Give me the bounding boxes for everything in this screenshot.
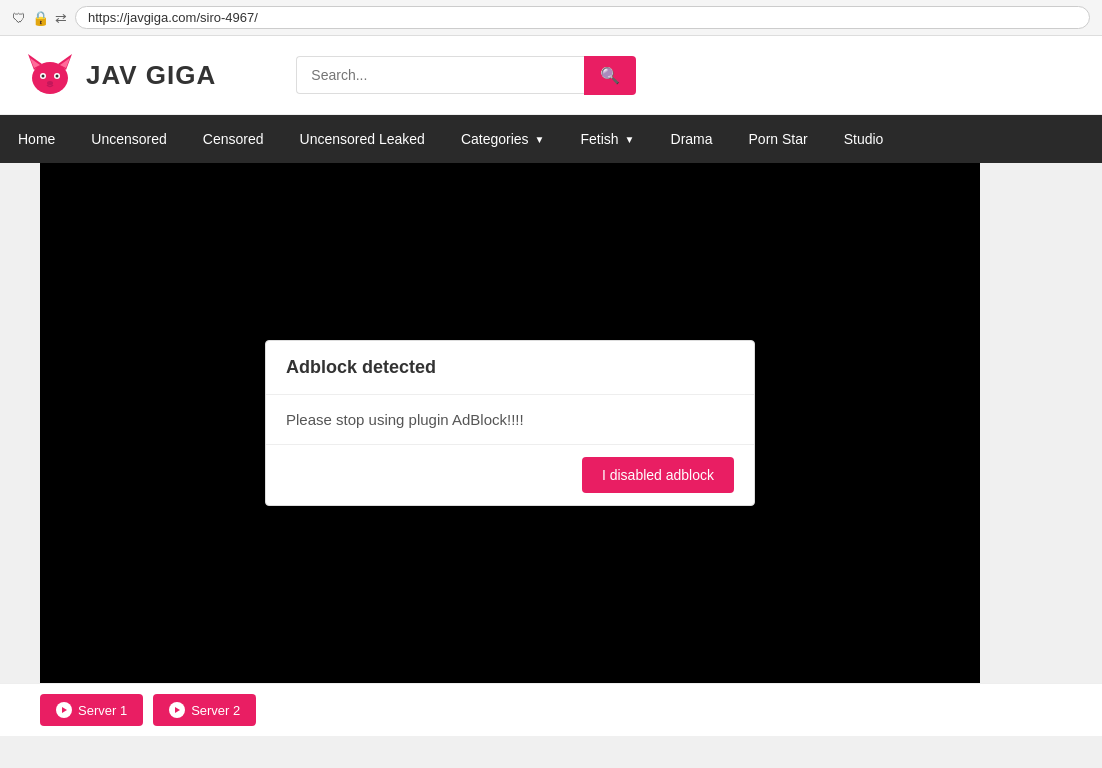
svg-point-9 [47, 81, 53, 85]
nav-label-fetish: Fetish [580, 131, 618, 147]
main-nav: Home Uncensored Censored Uncensored Leak… [0, 115, 1102, 163]
search-button[interactable]: 🔍 [584, 56, 636, 95]
nav-label-drama: Drama [671, 131, 713, 147]
logo-area[interactable]: JAV GIGA [20, 50, 216, 100]
nav-label-censored: Censored [203, 131, 264, 147]
adblock-title: Adblock detected [266, 341, 754, 395]
server-1-button[interactable]: Server 1 [40, 694, 143, 726]
search-input[interactable] [296, 56, 584, 94]
main-content: Adblock detected Please stop using plugi… [0, 163, 1102, 736]
categories-arrow-icon: ▼ [535, 134, 545, 145]
svg-point-8 [56, 75, 59, 78]
server-2-play-icon [169, 702, 185, 718]
nav-item-drama[interactable]: Drama [653, 115, 731, 163]
server-2-label: Server 2 [191, 703, 240, 718]
server-1-label: Server 1 [78, 703, 127, 718]
nav-item-censored[interactable]: Censored [185, 115, 282, 163]
fetish-arrow-icon: ▼ [625, 134, 635, 145]
nav-label-studio: Studio [844, 131, 884, 147]
nav-item-porn-star[interactable]: Porn Star [731, 115, 826, 163]
search-area: 🔍 [296, 56, 636, 95]
video-container: Adblock detected Please stop using plugi… [40, 163, 980, 683]
nav-label-uncensored-leaked: Uncensored Leaked [300, 131, 425, 147]
adblock-modal: Adblock detected Please stop using plugi… [265, 340, 755, 506]
browser-bar: 🛡 🔒 ⇄ https://javgiga.com/siro-4967/ [0, 0, 1102, 36]
shield-icon: 🛡 [12, 10, 26, 26]
nav-item-studio[interactable]: Studio [826, 115, 902, 163]
logo-text: JAV GIGA [86, 60, 216, 91]
site-header: JAV GIGA 🔍 [0, 36, 1102, 115]
nav-label-home: Home [18, 131, 55, 147]
connection-icon: ⇄ [55, 10, 67, 26]
nav-label-uncensored: Uncensored [91, 131, 167, 147]
search-icon: 🔍 [600, 66, 620, 85]
nav-item-home[interactable]: Home [0, 115, 73, 163]
browser-security-icons: 🛡 🔒 ⇄ [12, 10, 67, 26]
nav-item-uncensored[interactable]: Uncensored [73, 115, 185, 163]
server-2-button[interactable]: Server 2 [153, 694, 256, 726]
server-1-play-icon [56, 702, 72, 718]
server-bar: Server 1 Server 2 [0, 683, 1102, 736]
adblock-dismiss-button[interactable]: I disabled adblock [582, 457, 734, 493]
adblock-footer: I disabled adblock [266, 444, 754, 505]
nav-item-fetish[interactable]: Fetish ▼ [562, 115, 652, 163]
nav-label-categories: Categories [461, 131, 529, 147]
logo-icon [20, 50, 80, 100]
nav-label-porn-star: Porn Star [749, 131, 808, 147]
nav-item-categories[interactable]: Categories ▼ [443, 115, 563, 163]
svg-point-7 [42, 75, 45, 78]
adblock-message: Please stop using plugin AdBlock!!!! [266, 395, 754, 444]
nav-item-uncensored-leaked[interactable]: Uncensored Leaked [282, 115, 443, 163]
url-text: https://javgiga.com/siro-4967/ [88, 10, 258, 25]
lock-icon: 🔒 [32, 10, 49, 26]
address-bar[interactable]: https://javgiga.com/siro-4967/ [75, 6, 1090, 29]
